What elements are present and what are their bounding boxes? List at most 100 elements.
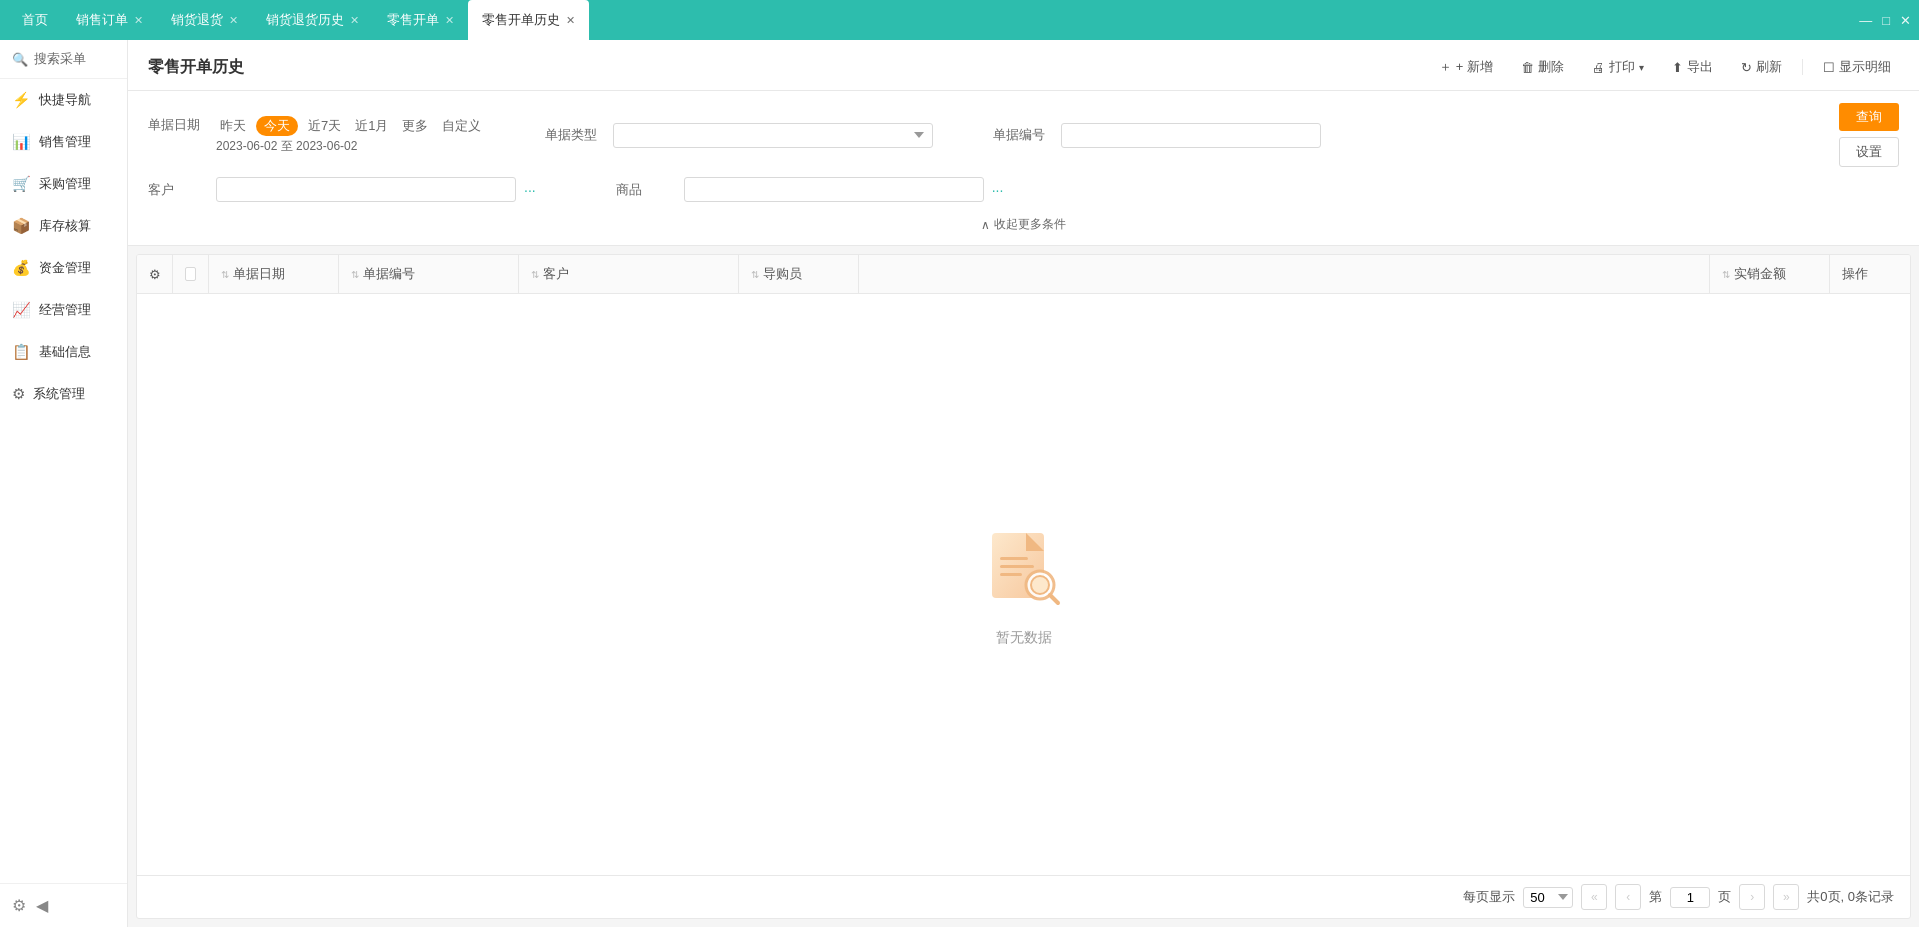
window-controls: — □ ✕ bbox=[1859, 13, 1911, 28]
refresh-icon: ↻ bbox=[1741, 60, 1752, 75]
settings-button[interactable]: 设置 bbox=[1839, 137, 1899, 167]
date-more[interactable]: 更多 bbox=[398, 116, 432, 136]
delete-label: 删除 bbox=[1538, 58, 1564, 76]
toolbar-divider bbox=[1802, 59, 1803, 75]
tab-home[interactable]: 首页 bbox=[8, 0, 62, 40]
content-area: 零售开单历史 ＋ + 新增 🗑 删除 🖨 打印 ▾ ⬆ 导出 bbox=[128, 40, 1919, 927]
main-layout: 🔍 搜索采单 ⚡ 快捷导航 📊 销售管理 🛒 采购管理 📦 库存核算 💰 资金管… bbox=[0, 40, 1919, 927]
prev-page-btn[interactable]: ‹ bbox=[1615, 884, 1641, 910]
sidebar-item-system-mgmt[interactable]: ⚙ 系统管理 bbox=[0, 373, 127, 415]
date-filter-label: 单据日期 bbox=[148, 116, 208, 134]
sort-icon-left: ⇅ bbox=[221, 269, 229, 280]
sidebar-item-quick-nav[interactable]: ⚡ 快捷导航 bbox=[0, 79, 127, 121]
sort-icon-number: ⇅ bbox=[351, 269, 359, 280]
tab-sales-return-close[interactable]: ✕ bbox=[229, 14, 238, 27]
operations-mgmt-icon: 📈 bbox=[12, 301, 31, 319]
sidebar-item-operations-mgmt[interactable]: 📈 经营管理 bbox=[0, 289, 127, 331]
prev-page-icon: ‹ bbox=[1626, 890, 1630, 904]
sidebar-search[interactable]: 🔍 搜索采单 bbox=[0, 40, 127, 79]
th-amount[interactable]: ⇅ 实销金额 bbox=[1710, 255, 1830, 293]
date-today[interactable]: 今天 bbox=[256, 116, 298, 136]
date-last7[interactable]: 近7天 bbox=[304, 116, 345, 136]
th-date[interactable]: ⇅ 单据日期 bbox=[209, 255, 339, 293]
tab-sales-order[interactable]: 销售订单 ✕ bbox=[62, 0, 157, 40]
window-maximize[interactable]: □ bbox=[1882, 13, 1890, 28]
filter-row-1: 单据日期 昨天 今天 近7天 近1月 更多 自定义 2023-06-02 至 2… bbox=[148, 103, 1899, 167]
customer-input[interactable] bbox=[216, 177, 516, 202]
sort-icon-amount: ⇅ bbox=[1722, 269, 1730, 280]
collapse-label: 收起更多条件 bbox=[994, 216, 1066, 233]
sidebar-item-sales-mgmt[interactable]: 📊 销售管理 bbox=[0, 121, 127, 163]
refresh-button[interactable]: ↻ 刷新 bbox=[1733, 54, 1790, 80]
tab-retail-open[interactable]: 零售开单 ✕ bbox=[373, 0, 468, 40]
tab-retail-open-close[interactable]: ✕ bbox=[445, 14, 454, 27]
column-settings-icon[interactable]: ⚙ bbox=[149, 267, 161, 282]
basic-info-icon: 📋 bbox=[12, 343, 31, 361]
export-button[interactable]: ⬆ 导出 bbox=[1664, 54, 1721, 80]
print-button[interactable]: 🖨 打印 ▾ bbox=[1584, 54, 1652, 80]
doc-number-input[interactable] bbox=[1061, 123, 1321, 148]
select-all-checkbox[interactable] bbox=[185, 267, 196, 281]
date-custom[interactable]: 自定义 bbox=[438, 116, 485, 136]
search-icon: 🔍 bbox=[12, 52, 28, 67]
tab-sales-return-history-close[interactable]: ✕ bbox=[350, 14, 359, 27]
query-button[interactable]: 查询 bbox=[1839, 103, 1899, 131]
sidebar-item-quick-nav-label: 快捷导航 bbox=[39, 91, 91, 109]
tab-sales-return-label: 销货退货 bbox=[171, 11, 223, 29]
action-buttons: 查询 设置 bbox=[1839, 103, 1899, 167]
sidebar-collapse-btn[interactable]: ◀ bbox=[36, 896, 48, 915]
print-label: 打印 bbox=[1609, 58, 1635, 76]
tab-retail-open-history[interactable]: 零售开单历史 ✕ bbox=[468, 0, 589, 40]
collapse-bar[interactable]: ∧ 收起更多条件 bbox=[148, 212, 1899, 233]
page-word: 第 bbox=[1649, 888, 1662, 906]
pagination-summary: 共0页, 0条记录 bbox=[1807, 888, 1894, 906]
th-extra bbox=[859, 255, 1710, 293]
th-number[interactable]: ⇅ 单据编号 bbox=[339, 255, 519, 293]
next-page-btn[interactable]: › bbox=[1739, 884, 1765, 910]
tab-sales-return-history[interactable]: 销货退货历史 ✕ bbox=[252, 0, 373, 40]
th-settings[interactable]: ⚙ bbox=[137, 255, 173, 293]
sidebar-item-finance-mgmt[interactable]: 💰 资金管理 bbox=[0, 247, 127, 289]
tab-sales-return[interactable]: 销货退货 ✕ bbox=[157, 0, 252, 40]
goods-input[interactable] bbox=[684, 177, 984, 202]
doc-type-select[interactable] bbox=[613, 123, 933, 148]
th-action: 操作 bbox=[1830, 255, 1910, 293]
goods-ellipsis[interactable]: ··· bbox=[992, 182, 1004, 198]
sidebar-item-operations-mgmt-label: 经营管理 bbox=[39, 301, 91, 319]
system-mgmt-icon: ⚙ bbox=[12, 385, 25, 403]
th-guide[interactable]: ⇅ 导购员 bbox=[739, 255, 859, 293]
page-number-input[interactable] bbox=[1670, 887, 1710, 908]
date-yesterday[interactable]: 昨天 bbox=[216, 116, 250, 136]
sidebar-item-basic-info[interactable]: 📋 基础信息 bbox=[0, 331, 127, 373]
window-minimize[interactable]: — bbox=[1859, 13, 1872, 28]
delete-button[interactable]: 🗑 删除 bbox=[1513, 54, 1572, 80]
page-header: 零售开单历史 ＋ + 新增 🗑 删除 🖨 打印 ▾ ⬆ 导出 bbox=[128, 40, 1919, 91]
empty-illustration bbox=[974, 523, 1074, 613]
window-close[interactable]: ✕ bbox=[1900, 13, 1911, 28]
customer-filter-label: 客户 bbox=[148, 181, 208, 199]
export-label: 导出 bbox=[1687, 58, 1713, 76]
last-page-btn[interactable]: » bbox=[1773, 884, 1799, 910]
display-checkbox-icon: ☐ bbox=[1823, 60, 1835, 75]
tab-retail-open-history-close[interactable]: ✕ bbox=[566, 14, 575, 27]
sidebar-bottom: ⚙ ◀ bbox=[0, 883, 127, 927]
tab-sales-order-label: 销售订单 bbox=[76, 11, 128, 29]
th-customer[interactable]: ⇅ 客户 bbox=[519, 255, 739, 293]
svg-rect-2 bbox=[1000, 565, 1034, 568]
first-page-btn[interactable]: « bbox=[1581, 884, 1607, 910]
display-detail-button[interactable]: ☐ 显示明细 bbox=[1815, 54, 1899, 80]
customer-ellipsis[interactable]: ··· bbox=[524, 182, 536, 198]
sidebar-item-inventory-calc[interactable]: 📦 库存核算 bbox=[0, 205, 127, 247]
tab-sales-order-close[interactable]: ✕ bbox=[134, 14, 143, 27]
th-customer-label: 客户 bbox=[543, 265, 569, 283]
date-last1month[interactable]: 近1月 bbox=[351, 116, 392, 136]
per-page-select[interactable]: 50 20 100 bbox=[1523, 887, 1573, 908]
goods-filter-label: 商品 bbox=[616, 181, 676, 199]
sidebar-settings-btn[interactable]: ⚙ bbox=[12, 896, 26, 915]
date-shortcuts-container: 昨天 今天 近7天 近1月 更多 自定义 2023-06-02 至 2023-0… bbox=[216, 116, 485, 155]
add-button[interactable]: ＋ + 新增 bbox=[1431, 54, 1501, 80]
th-checkbox[interactable] bbox=[173, 255, 209, 293]
tab-home-label: 首页 bbox=[22, 11, 48, 29]
print-icon: 🖨 bbox=[1592, 60, 1605, 75]
sidebar-item-purchase-mgmt[interactable]: 🛒 采购管理 bbox=[0, 163, 127, 205]
